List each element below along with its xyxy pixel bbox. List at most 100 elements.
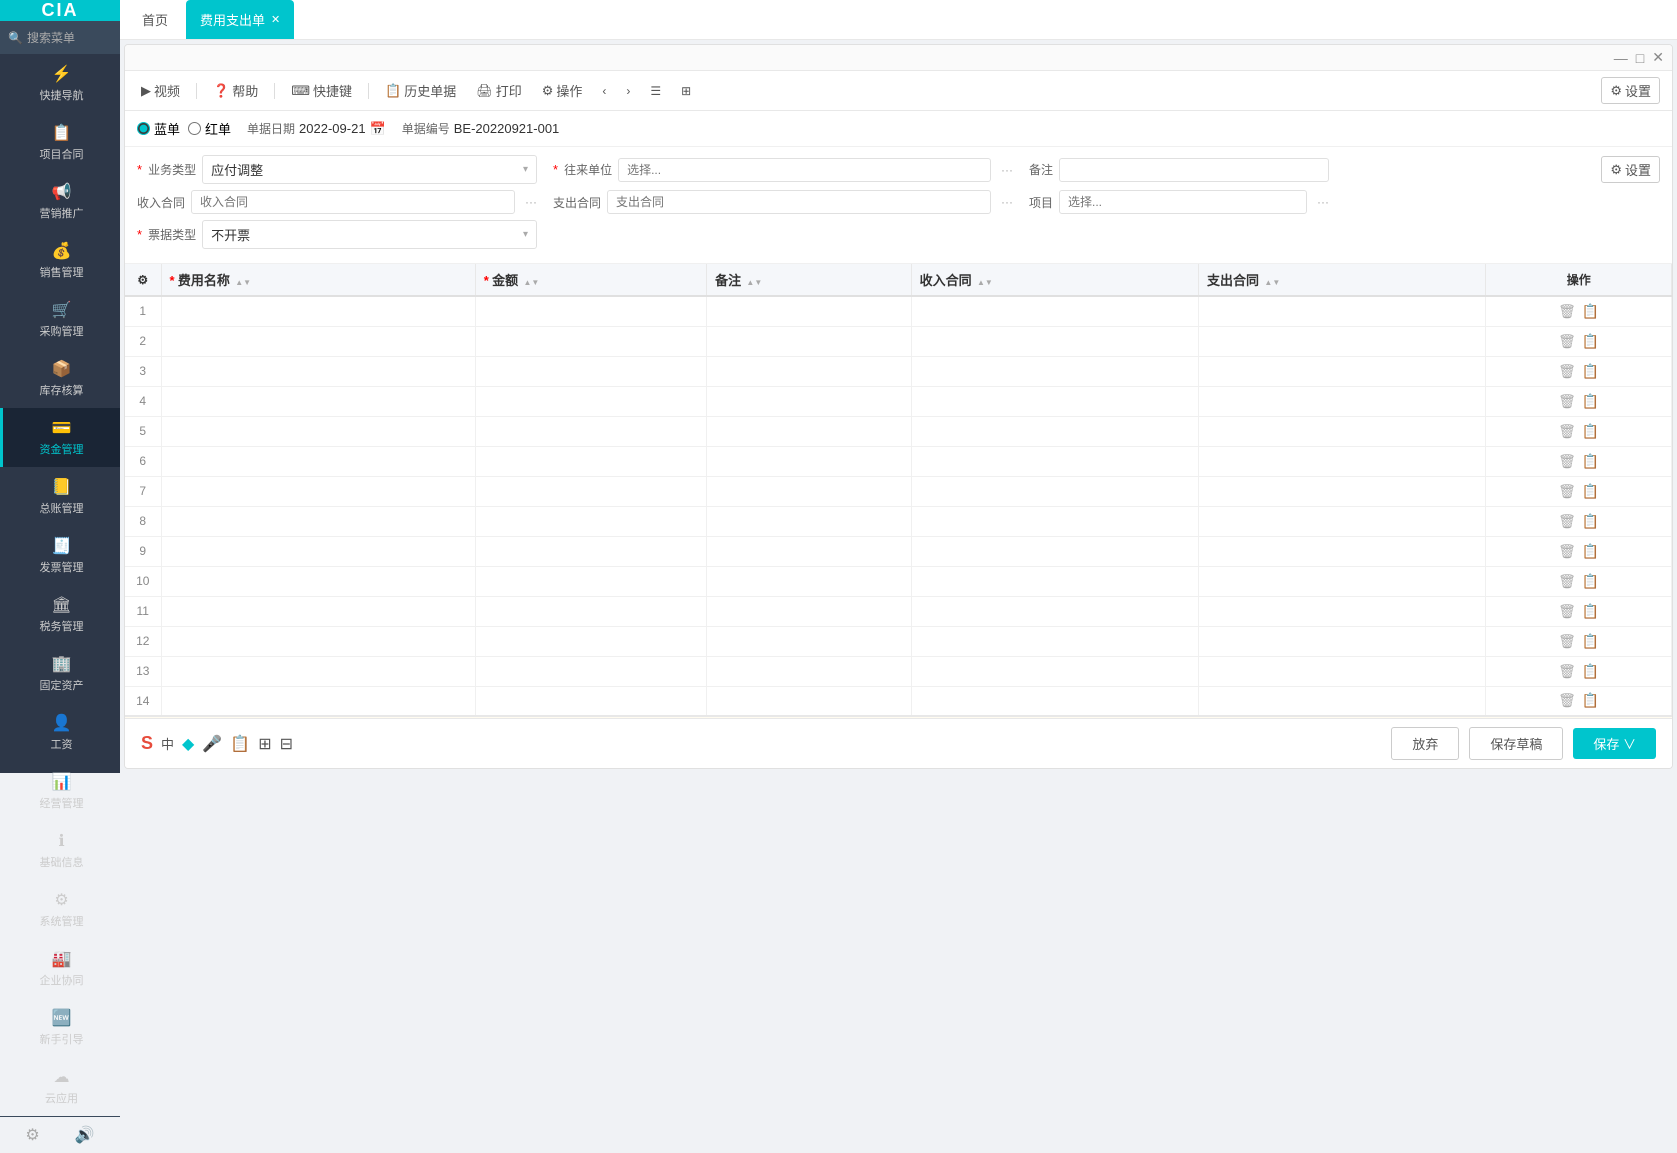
delete-icon-14[interactable]: 🗑 xyxy=(1558,692,1576,709)
row-amount-10[interactable] xyxy=(475,566,706,596)
row-remark-1[interactable] xyxy=(707,296,912,326)
row-amount-3[interactable] xyxy=(475,356,706,386)
row-expense-11[interactable] xyxy=(1199,596,1486,626)
delete-icon-6[interactable]: 🗑 xyxy=(1558,453,1576,470)
sidebar-item-ops-mgmt[interactable]: 📊 经营管理 xyxy=(0,762,120,821)
settings-button[interactable]: ⚙ 设置 xyxy=(1601,77,1660,104)
copy-icon-14[interactable]: 📋 xyxy=(1582,692,1599,709)
minimize-button[interactable]: — xyxy=(1614,50,1628,66)
clipboard-icon[interactable]: 📋 xyxy=(230,734,250,754)
row-name-8[interactable] xyxy=(161,506,475,536)
row-expense-12[interactable] xyxy=(1199,626,1486,656)
row-amount-11[interactable] xyxy=(475,596,706,626)
delete-icon-8[interactable]: 🗑 xyxy=(1558,513,1576,530)
ops-button[interactable]: ⚙ 操作 xyxy=(538,79,587,102)
row-income-1[interactable] xyxy=(911,296,1198,326)
nav-prev-button[interactable]: ‹ xyxy=(598,82,610,100)
row-expense-2[interactable] xyxy=(1199,326,1486,356)
sidebar-item-project-contract[interactable]: 📋 项目合同 xyxy=(0,113,120,172)
delete-icon-10[interactable]: 🗑 xyxy=(1558,573,1576,590)
row-amount-9[interactable] xyxy=(475,536,706,566)
row-amount-14[interactable] xyxy=(475,686,706,716)
row-expense-3[interactable] xyxy=(1199,356,1486,386)
copy-icon-9[interactable]: 📋 xyxy=(1582,543,1599,560)
row-name-2[interactable] xyxy=(161,326,475,356)
row-income-13[interactable] xyxy=(911,656,1198,686)
copy-icon-10[interactable]: 📋 xyxy=(1582,573,1599,590)
delete-icon-5[interactable]: 🗑 xyxy=(1558,423,1576,440)
row-name-13[interactable] xyxy=(161,656,475,686)
row-remark-12[interactable] xyxy=(707,626,912,656)
row-amount-6[interactable] xyxy=(475,446,706,476)
row-income-10[interactable] xyxy=(911,566,1198,596)
row-remark-6[interactable] xyxy=(707,446,912,476)
row-expense-1[interactable] xyxy=(1199,296,1486,326)
row-amount-1[interactable] xyxy=(475,296,706,326)
copy-icon-13[interactable]: 📋 xyxy=(1582,663,1599,680)
sidebar-item-invoice[interactable]: 🧾 发票管理 xyxy=(0,526,120,585)
row-income-6[interactable] xyxy=(911,446,1198,476)
grid-add-icon[interactable]: ⊞ xyxy=(258,734,271,754)
business-type-select[interactable]: 应付调整 ▾ xyxy=(202,155,537,184)
delete-icon-9[interactable]: 🗑 xyxy=(1558,543,1576,560)
row-remark-11[interactable] xyxy=(707,596,912,626)
sidebar-item-new-guide[interactable]: 🆕 新手引导 xyxy=(0,998,120,1057)
row-expense-4[interactable] xyxy=(1199,386,1486,416)
sidebar-item-fixed-assets[interactable]: 🏢 固定资产 xyxy=(0,644,120,703)
row-name-1[interactable] xyxy=(161,296,475,326)
row-income-4[interactable] xyxy=(911,386,1198,416)
red-radio[interactable]: 红单 xyxy=(188,119,231,138)
diamond-icon[interactable]: ◆ xyxy=(182,734,194,754)
row-income-2[interactable] xyxy=(911,326,1198,356)
save-button[interactable]: 保存 ∨ xyxy=(1573,728,1656,759)
row-name-5[interactable] xyxy=(161,416,475,446)
shortcut-button[interactable]: ⌨ 快捷键 xyxy=(287,79,356,102)
volume-icon[interactable]: 🔊 xyxy=(75,1125,95,1145)
sidebar-item-base-info[interactable]: ℹ 基础信息 xyxy=(0,821,120,880)
delete-icon-11[interactable]: 🗑 xyxy=(1558,603,1576,620)
date-value[interactable]: 2022-09-21 xyxy=(299,121,366,136)
sidebar-item-fund-mgmt[interactable]: 💳 资金管理 xyxy=(0,408,120,467)
save-draft-button[interactable]: 保存草稿 xyxy=(1469,727,1563,760)
history-button[interactable]: 📋 历史单据 xyxy=(381,79,460,102)
row-expense-10[interactable] xyxy=(1199,566,1486,596)
row-name-12[interactable] xyxy=(161,626,475,656)
row-expense-14[interactable] xyxy=(1199,686,1486,716)
settings-icon[interactable]: ⚙ xyxy=(25,1125,39,1145)
calendar-icon[interactable]: 📅 xyxy=(370,121,386,137)
row-remark-3[interactable] xyxy=(707,356,912,386)
delete-icon-13[interactable]: 🗑 xyxy=(1558,663,1576,680)
sidebar-item-enterprise[interactable]: 🏭 企业协同 xyxy=(0,939,120,998)
copy-icon-8[interactable]: 📋 xyxy=(1582,513,1599,530)
row-expense-9[interactable] xyxy=(1199,536,1486,566)
row-remark-8[interactable] xyxy=(707,506,912,536)
delete-icon-7[interactable]: 🗑 xyxy=(1558,483,1576,500)
remark-input[interactable] xyxy=(1059,158,1329,182)
partner-more-icon[interactable]: ··· xyxy=(1001,163,1013,177)
row-name-11[interactable] xyxy=(161,596,475,626)
view-list-button[interactable]: ☰ xyxy=(646,82,665,100)
row-income-5[interactable] xyxy=(911,416,1198,446)
view-grid-button[interactable]: ⊞ xyxy=(677,82,695,100)
copy-icon-7[interactable]: 📋 xyxy=(1582,483,1599,500)
row-expense-13[interactable] xyxy=(1199,656,1486,686)
delete-icon-12[interactable]: 🗑 xyxy=(1558,633,1576,650)
row-expense-6[interactable] xyxy=(1199,446,1486,476)
row-income-9[interactable] xyxy=(911,536,1198,566)
row-amount-13[interactable] xyxy=(475,656,706,686)
sort-income[interactable]: ▲▼ xyxy=(977,279,993,287)
maximize-button[interactable]: □ xyxy=(1636,50,1644,66)
sidebar-item-sys-mgmt[interactable]: ⚙ 系统管理 xyxy=(0,880,120,939)
sort-amount[interactable]: ▲▼ xyxy=(523,279,539,287)
delete-icon-2[interactable]: 🗑 xyxy=(1558,333,1576,350)
copy-icon-4[interactable]: 📋 xyxy=(1582,393,1599,410)
row-income-7[interactable] xyxy=(911,476,1198,506)
delete-icon-4[interactable]: 🗑 xyxy=(1558,393,1576,410)
row-name-10[interactable] xyxy=(161,566,475,596)
blue-radio[interactable]: 蓝单 xyxy=(137,119,180,138)
row-remark-4[interactable] xyxy=(707,386,912,416)
tab-1[interactable]: 费用支出单✕ xyxy=(186,0,294,39)
copy-icon-12[interactable]: 📋 xyxy=(1582,633,1599,650)
row-amount-4[interactable] xyxy=(475,386,706,416)
tab-0[interactable]: 首页 xyxy=(128,0,182,39)
